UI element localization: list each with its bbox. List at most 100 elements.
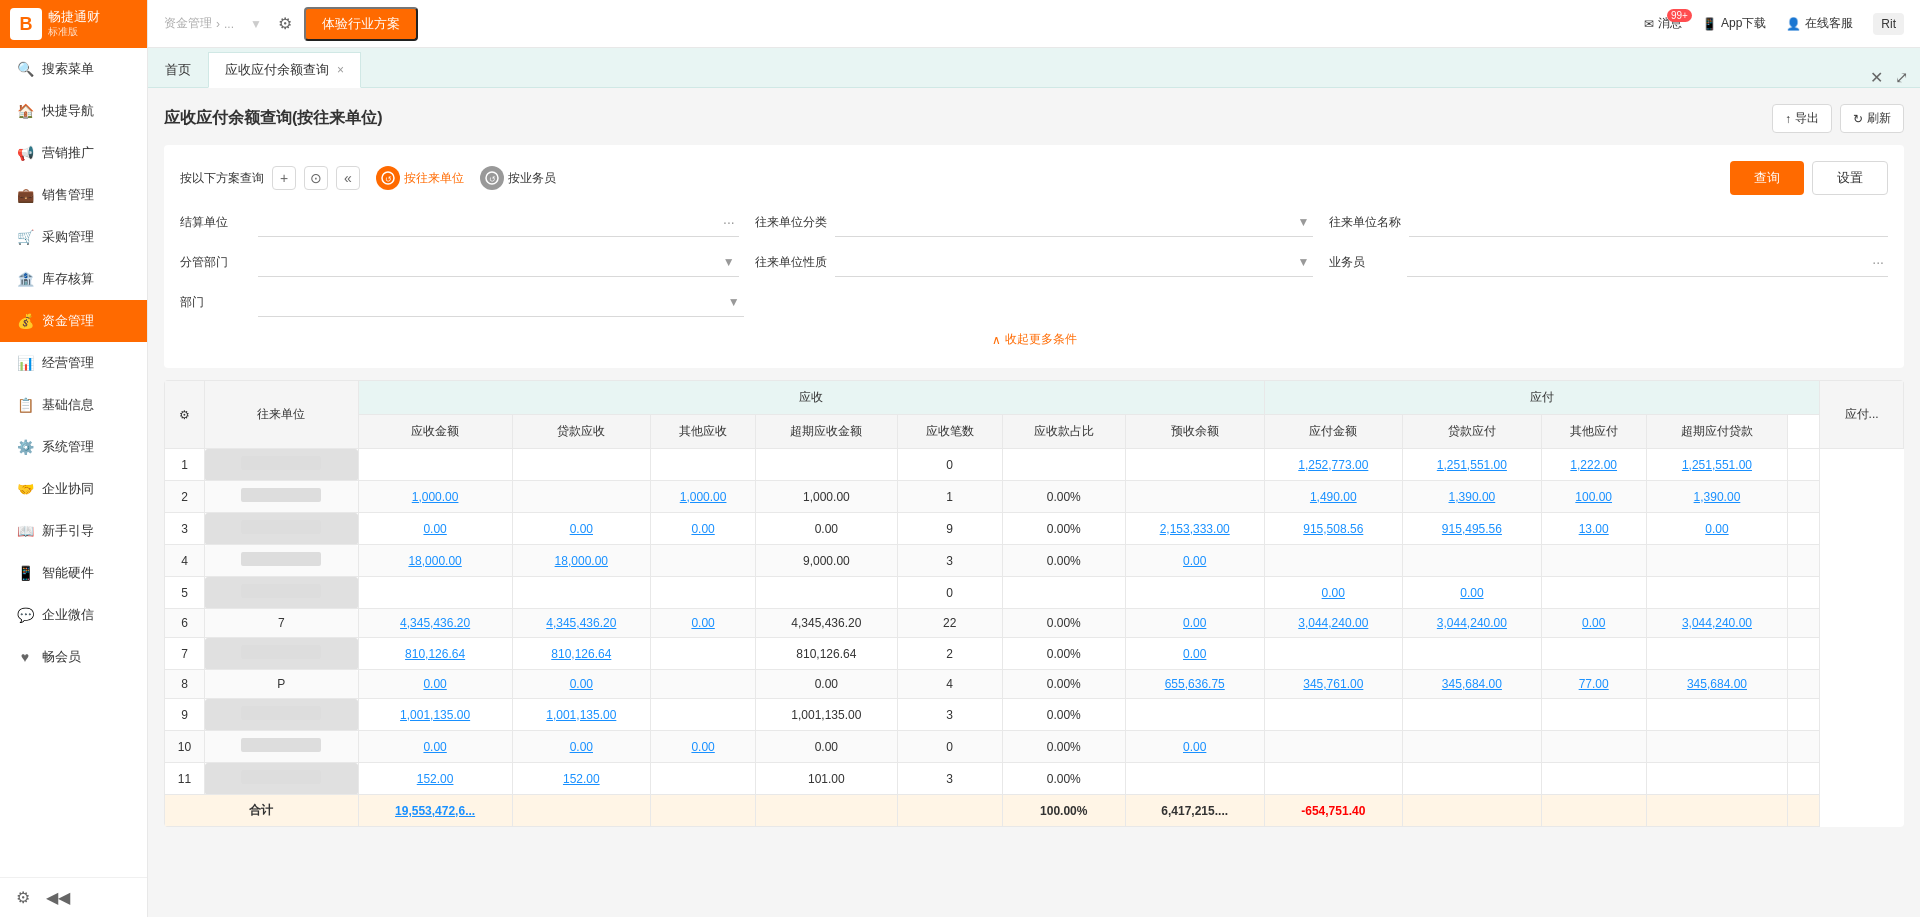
sidebar-item-inventory[interactable]: 🏦 库存核算 — [0, 258, 147, 300]
summary-ar-amount[interactable]: 19,553,472,6... — [358, 795, 512, 827]
row-loan-payable[interactable]: 3,044,240.00 — [1403, 609, 1542, 638]
dept-arrow-icon[interactable]: ▼ — [719, 255, 739, 269]
row-other-ap[interactable]: 0.00 — [1541, 609, 1646, 638]
row-ar-amount[interactable]: 4,345,436.20 — [358, 609, 512, 638]
sidebar-item-marketing[interactable]: 📢 营销推广 — [0, 132, 147, 174]
sidebar-item-guide[interactable]: 📖 新手引导 — [0, 510, 147, 552]
row-overdue-ap[interactable]: 1,390.00 — [1646, 481, 1788, 513]
row-other-ap[interactable]: 1,222.00 — [1541, 449, 1646, 481]
table-settings-icon[interactable]: ⚙ — [179, 408, 190, 422]
unit-category-input[interactable] — [835, 215, 1294, 229]
settings-bottom-icon[interactable]: ⚙ — [16, 888, 30, 907]
settlement-unit-input[interactable] — [258, 207, 719, 237]
row-other-ar[interactable]: 0.00 — [651, 513, 756, 545]
row-other-ap[interactable]: 13.00 — [1541, 513, 1646, 545]
row-loan-receivable[interactable]: 0.00 — [512, 731, 651, 763]
row-ar-amount[interactable]: 152.00 — [358, 763, 512, 795]
row-overdue-ap[interactable]: 345,684.00 — [1646, 670, 1788, 699]
unit-nature-arrow-icon[interactable]: ▼ — [1293, 255, 1313, 269]
query-button[interactable]: 查询 — [1730, 161, 1804, 195]
sidebar-item-system[interactable]: ⚙️ 系统管理 — [0, 426, 147, 468]
row-overdue-ap[interactable]: 1,251,551.00 — [1646, 449, 1788, 481]
department-arrow-icon[interactable]: ▼ — [724, 295, 744, 309]
row-overdue-ap[interactable]: 0.00 — [1646, 513, 1788, 545]
sidebar-item-search[interactable]: 🔍 搜索菜单 — [0, 48, 147, 90]
row-advance[interactable]: 2,153,333.00 — [1125, 513, 1264, 545]
row-ap-amount[interactable]: 915,508.56 — [1264, 513, 1403, 545]
row-ar-amount[interactable]: 1,001,135.00 — [358, 699, 512, 731]
row-loan-receivable[interactable]: 152.00 — [512, 763, 651, 795]
promo-button[interactable]: 体验行业方案 — [304, 7, 418, 41]
row-advance[interactable]: 0.00 — [1125, 731, 1264, 763]
sidebar-item-basic[interactable]: 📋 基础信息 — [0, 384, 147, 426]
row-ap-amount[interactable]: 345,761.00 — [1264, 670, 1403, 699]
row-ar-amount[interactable]: 18,000.00 — [358, 545, 512, 577]
row-other-ar[interactable]: 1,000.00 — [651, 481, 756, 513]
row-loan-payable[interactable]: 1,251,551.00 — [1403, 449, 1542, 481]
unit-category-arrow-icon[interactable]: ▼ — [1293, 215, 1313, 229]
row-loan-payable[interactable]: 345,684.00 — [1403, 670, 1542, 699]
row-other-ar[interactable]: 0.00 — [651, 609, 756, 638]
sidebar-item-vip[interactable]: ♥ 畅会员 — [0, 636, 147, 678]
row-ar-amount[interactable]: 0.00 — [358, 513, 512, 545]
sidebar-item-wechat[interactable]: 💬 企业微信 — [0, 594, 147, 636]
tab-close-icon[interactable]: × — [337, 63, 344, 77]
online-service-button[interactable]: 👤 在线客服 — [1786, 15, 1853, 32]
row-advance[interactable]: 655,636.75 — [1125, 670, 1264, 699]
scheme-salesman-item[interactable]: ↺ 按业务员 — [480, 166, 556, 190]
row-loan-payable[interactable]: 0.00 — [1403, 577, 1542, 609]
gear-icon[interactable]: ⚙ — [278, 14, 292, 33]
row-loan-payable[interactable]: 915,495.56 — [1403, 513, 1542, 545]
tab-close-all-icon[interactable]: ✕ — [1870, 68, 1883, 87]
row-ar-amount[interactable]: 0.00 — [358, 731, 512, 763]
row-loan-receivable[interactable]: 0.00 — [512, 670, 651, 699]
collapse-icon[interactable]: ◀◀ — [46, 888, 70, 907]
tab-arbalance[interactable]: 应收应付余额查询 × — [208, 52, 361, 88]
row-other-ar[interactable]: 0.00 — [651, 731, 756, 763]
sidebar-item-finance[interactable]: 💰 资金管理 — [0, 300, 147, 342]
sidebar-item-purchase[interactable]: 🛒 采购管理 — [0, 216, 147, 258]
filter-settings-button[interactable]: ⊙ — [304, 166, 328, 190]
row-ar-amount[interactable]: 810,126.64 — [358, 638, 512, 670]
collapse-bar[interactable]: ∧ 收起更多条件 — [180, 327, 1888, 352]
refresh-button[interactable]: ↻ 刷新 — [1840, 104, 1904, 133]
row-ar-amount[interactable]: 0.00 — [358, 670, 512, 699]
unit-nature-input[interactable] — [835, 255, 1294, 269]
sidebar-item-corp[interactable]: 🤝 企业协同 — [0, 468, 147, 510]
row-other-ap[interactable]: 100.00 — [1541, 481, 1646, 513]
row-loan-receivable[interactable]: 810,126.64 — [512, 638, 651, 670]
message-button[interactable]: ✉ 消息 99+ — [1644, 15, 1682, 32]
row-ap-amount[interactable]: 1,490.00 — [1264, 481, 1403, 513]
row-advance[interactable]: 0.00 — [1125, 609, 1264, 638]
row-loan-receivable[interactable]: 4,345,436.20 — [512, 609, 651, 638]
department-input[interactable] — [258, 295, 724, 309]
settings-button[interactable]: 设置 — [1812, 161, 1888, 195]
row-ap-amount[interactable]: 3,044,240.00 — [1264, 609, 1403, 638]
tab-fullscreen-icon[interactable]: ⤢ — [1895, 68, 1908, 87]
row-loan-receivable[interactable]: 1,001,135.00 — [512, 699, 651, 731]
row-overdue-ap[interactable]: 3,044,240.00 — [1646, 609, 1788, 638]
sidebar-item-quicknav[interactable]: 🏠 快捷导航 — [0, 90, 147, 132]
scheme-unit-item[interactable]: ↺ 按往来单位 — [376, 166, 464, 190]
tab-home[interactable]: 首页 — [148, 51, 208, 87]
filter-collapse-button[interactable]: « — [336, 166, 360, 190]
row-advance[interactable]: 0.00 — [1125, 545, 1264, 577]
row-loan-receivable[interactable]: 18,000.00 — [512, 545, 651, 577]
unit-name-input[interactable] — [1409, 207, 1888, 237]
dept-input[interactable] — [258, 255, 719, 269]
row-ar-amount[interactable]: 1,000.00 — [358, 481, 512, 513]
sidebar-item-sales[interactable]: 💼 销售管理 — [0, 174, 147, 216]
settlement-dots-icon[interactable]: ··· — [719, 214, 739, 230]
row-advance[interactable]: 0.00 — [1125, 638, 1264, 670]
row-other-ap[interactable]: 77.00 — [1541, 670, 1646, 699]
app-download-button[interactable]: 📱 App下载 — [1702, 15, 1766, 32]
sidebar-item-operation[interactable]: 📊 经营管理 — [0, 342, 147, 384]
sidebar-item-hardware[interactable]: 📱 智能硬件 — [0, 552, 147, 594]
row-loan-receivable[interactable]: 0.00 — [512, 513, 651, 545]
salesman-input[interactable] — [1407, 255, 1868, 269]
export-button[interactable]: ↑ 导出 — [1772, 104, 1832, 133]
row-ap-amount[interactable]: 0.00 — [1264, 577, 1403, 609]
user-menu[interactable]: Rit — [1873, 13, 1904, 35]
filter-add-button[interactable]: + — [272, 166, 296, 190]
row-loan-payable[interactable]: 1,390.00 — [1403, 481, 1542, 513]
